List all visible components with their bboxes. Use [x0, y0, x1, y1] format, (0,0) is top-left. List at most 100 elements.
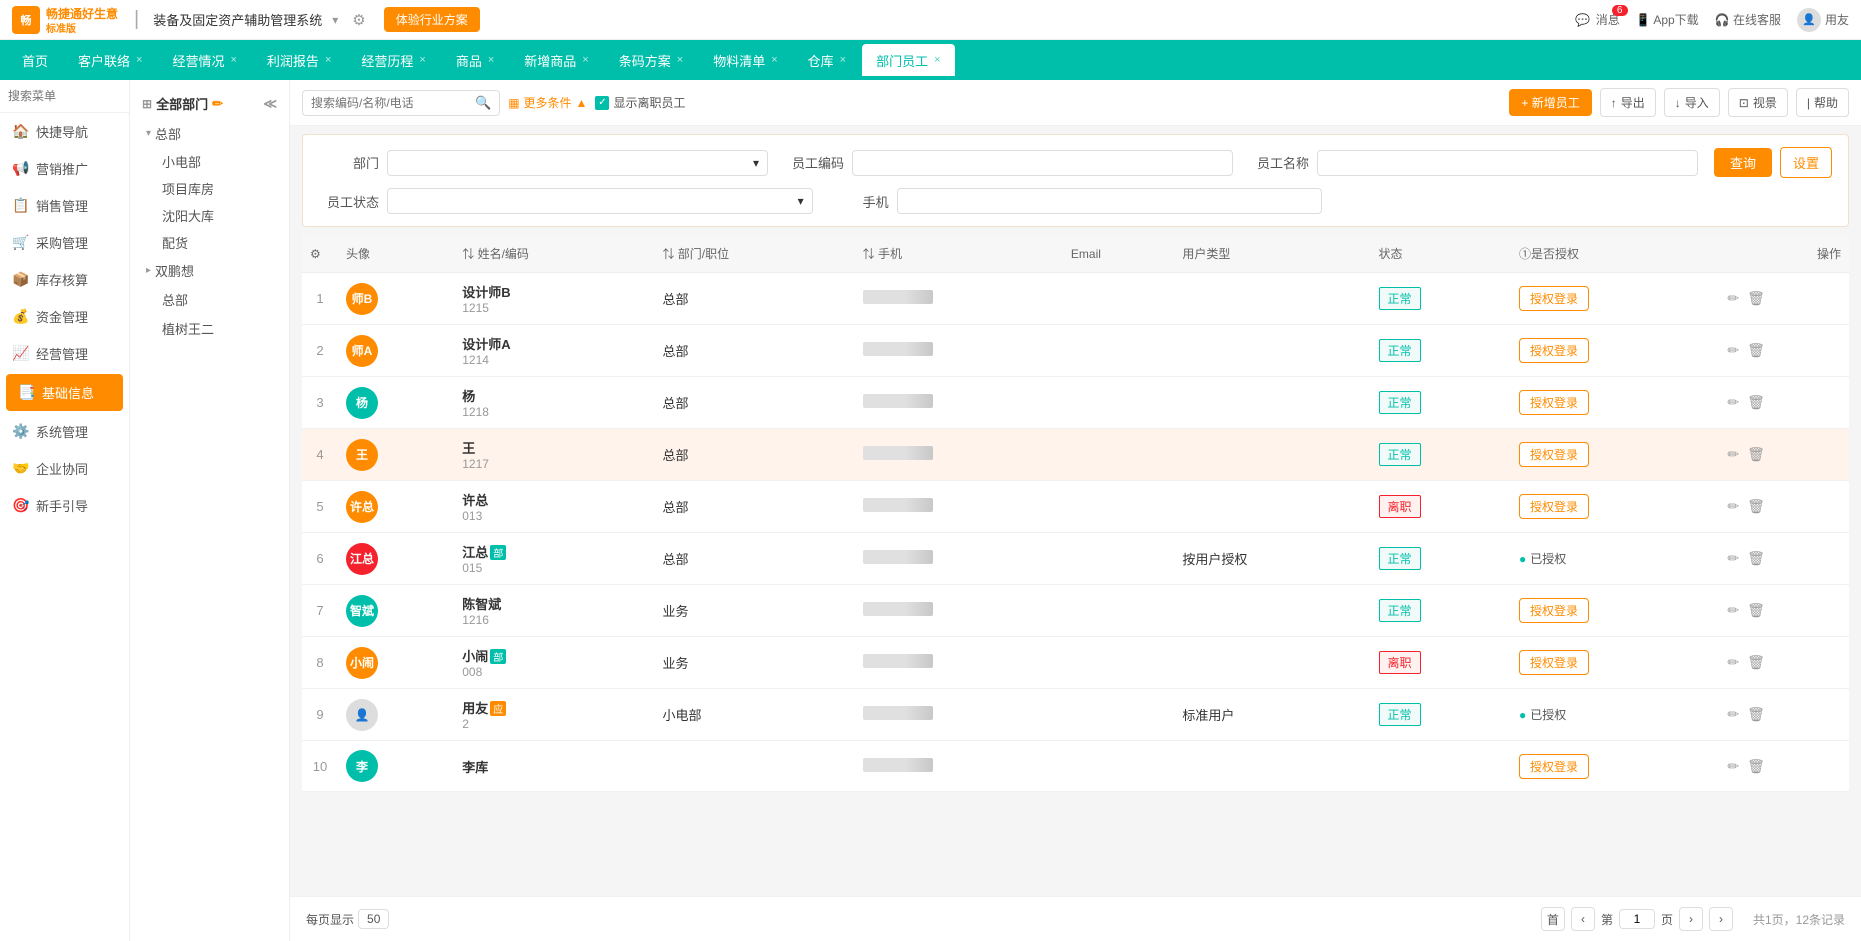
- edit-icon[interactable]: ✏: [1727, 758, 1739, 775]
- import-button[interactable]: ↓ 导入: [1664, 88, 1720, 117]
- prev-page-btn[interactable]: ‹: [1571, 907, 1595, 931]
- row-auth[interactable]: 授权登录: [1511, 741, 1719, 792]
- system-arrow-icon[interactable]: ▾: [332, 13, 338, 27]
- delete-icon[interactable]: 🗑: [1747, 342, 1765, 359]
- authorize-button[interactable]: 授权登录: [1519, 598, 1589, 623]
- authorize-button[interactable]: 授权登录: [1519, 754, 1589, 779]
- search-box[interactable]: 🔍: [302, 90, 500, 116]
- sidebar-item-system[interactable]: ⚙️ 系统管理: [0, 413, 129, 450]
- delete-icon[interactable]: 🗑: [1747, 498, 1765, 515]
- authorize-button[interactable]: 授权登录: [1519, 286, 1589, 311]
- status-select[interactable]: ▾: [387, 188, 813, 214]
- user-menu[interactable]: 👤 用友: [1797, 8, 1849, 32]
- tab-profit[interactable]: 利润报告 ×: [253, 44, 345, 76]
- dept-node-shuangpeng[interactable]: ▸ 双鹏想: [130, 256, 289, 285]
- authorize-button[interactable]: 授权登录: [1519, 338, 1589, 363]
- tab-history[interactable]: 经营历程 ×: [347, 44, 439, 76]
- export-button[interactable]: ↑ 导出: [1600, 88, 1656, 117]
- dept-node-hq[interactable]: ▾ 总部: [130, 119, 289, 148]
- edit-icon[interactable]: ✏: [1727, 654, 1739, 671]
- edit-icon[interactable]: ✏: [1727, 706, 1739, 723]
- delete-icon[interactable]: 🗑: [1747, 758, 1765, 775]
- code-input[interactable]: [852, 150, 1233, 176]
- row-auth[interactable]: 授权登录: [1511, 377, 1719, 429]
- dept-node-hq2[interactable]: 总部: [130, 285, 289, 314]
- tab-home[interactable]: 首页: [8, 44, 62, 76]
- more-filter-btn[interactable]: ▦ 更多条件 ▲: [508, 94, 587, 111]
- authorize-button[interactable]: 授权登录: [1519, 390, 1589, 415]
- online-service[interactable]: 🎧 在线客服: [1715, 11, 1781, 28]
- row-auth[interactable]: 授权登录: [1511, 481, 1719, 533]
- tab-bom[interactable]: 物料清单 ×: [699, 44, 791, 76]
- show-inactive-toggle[interactable]: ✓ 显示离职员工: [595, 94, 685, 111]
- tab-customer[interactable]: 客户联络 ×: [64, 44, 156, 76]
- sidebar-item-operations[interactable]: 📈 经营管理: [0, 335, 129, 372]
- edit-icon[interactable]: ✏: [1727, 342, 1739, 359]
- delete-icon[interactable]: 🗑: [1747, 446, 1765, 463]
- search-input[interactable]: [311, 96, 471, 110]
- row-auth[interactable]: 授权登录: [1511, 429, 1719, 481]
- checkbox-show-inactive[interactable]: ✓: [595, 96, 609, 110]
- close-icon[interactable]: ×: [325, 54, 331, 66]
- dept-child-project[interactable]: 项目库房: [130, 175, 289, 202]
- message-icon[interactable]: 💬 6 消息: [1575, 11, 1619, 28]
- close-icon[interactable]: ×: [582, 54, 588, 66]
- edit-icon[interactable]: ✏: [1727, 550, 1739, 567]
- delete-icon[interactable]: 🗑: [1747, 394, 1765, 411]
- tab-operations[interactable]: 经营情况 ×: [158, 44, 250, 76]
- tab-barcode[interactable]: 条码方案 ×: [605, 44, 697, 76]
- tab-add-goods[interactable]: 新增商品 ×: [510, 44, 602, 76]
- sidebar-item-guide[interactable]: 🎯 新手引导: [0, 487, 129, 524]
- edit-icon[interactable]: ✏: [1727, 602, 1739, 619]
- th-dept[interactable]: ⇅ 部门/职位: [654, 235, 854, 273]
- sidebar-search[interactable]: 🔍: [0, 80, 129, 113]
- help-button[interactable]: | 帮助: [1796, 88, 1849, 117]
- dept-select[interactable]: ▾: [387, 150, 768, 176]
- sidebar-item-inventory[interactable]: 📦 库存核算: [0, 261, 129, 298]
- tab-goods[interactable]: 商品 ×: [442, 44, 508, 76]
- row-auth[interactable]: 授权登录: [1511, 637, 1719, 689]
- delete-icon[interactable]: 🗑: [1747, 602, 1765, 619]
- dept-child-shenyang[interactable]: 沈阳大库: [130, 202, 289, 229]
- authorize-button[interactable]: 授权登录: [1519, 650, 1589, 675]
- delete-icon[interactable]: 🗑: [1747, 550, 1765, 567]
- close-icon[interactable]: ×: [934, 54, 940, 66]
- th-settings[interactable]: ⚙: [302, 235, 338, 273]
- sidebar-item-purchase[interactable]: 🛒 采购管理: [0, 224, 129, 261]
- collapse-icon[interactable]: ≪: [263, 96, 277, 112]
- close-icon[interactable]: ×: [230, 54, 236, 66]
- dept-child-distribution[interactable]: 配货: [130, 229, 289, 256]
- edit-dept-icon[interactable]: ✏: [212, 96, 223, 112]
- edit-icon[interactable]: ✏: [1727, 290, 1739, 307]
- edit-icon[interactable]: ✏: [1727, 394, 1739, 411]
- tab-employees[interactable]: 部门员工 ×: [862, 44, 954, 76]
- tab-warehouse[interactable]: 仓库 ×: [794, 44, 860, 76]
- close-icon[interactable]: ×: [771, 54, 777, 66]
- authorize-button[interactable]: 授权登录: [1519, 442, 1589, 467]
- settings-button[interactable]: 设置: [1780, 147, 1832, 178]
- close-icon[interactable]: ×: [840, 54, 846, 66]
- last-page-btn[interactable]: ›: [1709, 907, 1733, 931]
- next-page-btn[interactable]: ›: [1679, 907, 1703, 931]
- sidebar-item-marketing[interactable]: 📢 营销推广: [0, 150, 129, 187]
- close-icon[interactable]: ×: [136, 54, 142, 66]
- app-download[interactable]: 📱 App下载: [1636, 11, 1699, 28]
- sidebar-item-finance[interactable]: 💰 资金管理: [0, 298, 129, 335]
- row-auth[interactable]: 授权登录: [1511, 273, 1719, 325]
- delete-icon[interactable]: 🗑: [1747, 706, 1765, 723]
- view-button[interactable]: ⊡ 视景: [1728, 88, 1788, 117]
- sidebar-item-basic[interactable]: 📑 基础信息: [6, 374, 123, 411]
- row-auth[interactable]: 授权登录: [1511, 585, 1719, 637]
- add-employee-button[interactable]: + 新增员工: [1509, 89, 1591, 116]
- per-page-select[interactable]: 50: [358, 909, 389, 929]
- edit-icon[interactable]: ✏: [1727, 498, 1739, 515]
- phone-input[interactable]: [897, 188, 1323, 214]
- page-input[interactable]: [1619, 909, 1655, 929]
- edit-icon[interactable]: ✏: [1727, 446, 1739, 463]
- search-button[interactable]: 查询: [1714, 148, 1772, 177]
- name-input[interactable]: [1317, 150, 1698, 176]
- close-icon[interactable]: ×: [488, 54, 494, 66]
- dept-child-small-elec[interactable]: 小电部: [130, 148, 289, 175]
- close-icon[interactable]: ×: [419, 54, 425, 66]
- authorize-button[interactable]: 授权登录: [1519, 494, 1589, 519]
